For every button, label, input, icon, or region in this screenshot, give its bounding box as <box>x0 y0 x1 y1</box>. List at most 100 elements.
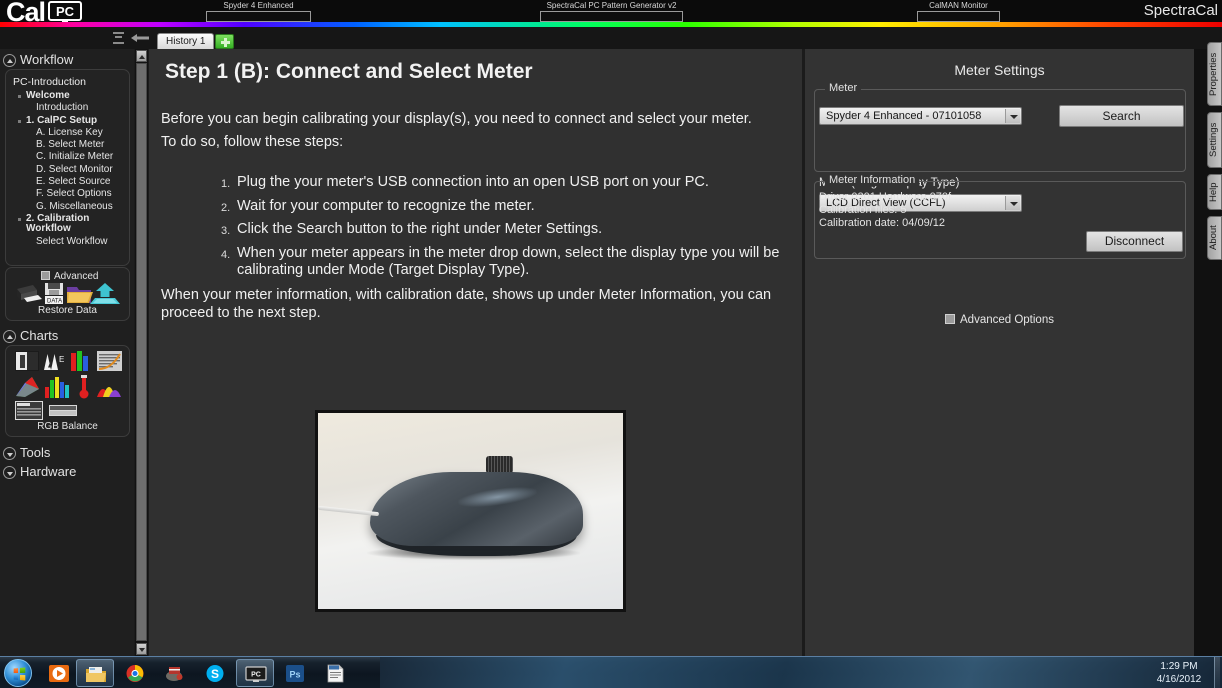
sidebar-section-hardware-label: Hardware <box>20 464 77 479</box>
tree-item-welcome[interactable]: Welcome <box>13 90 129 102</box>
luminance-meter-icon <box>79 375 89 399</box>
chart-icon-grid[interactable]: E <box>15 351 123 421</box>
sidebar-section-tools[interactable]: Tools <box>0 442 134 461</box>
meter-select-value: Spyder 4 Enhanced - 07101058 <box>826 110 982 122</box>
meter-info-driver: Driver 0201 Hardware 070f <box>819 191 952 203</box>
checkbox-icon[interactable] <box>41 271 50 280</box>
tree-item-miscellaneous[interactable]: G. Miscellaneous <box>13 201 129 213</box>
tree-item-select-monitor[interactable]: D. Select Monitor <box>13 164 129 176</box>
back-arrow-icon[interactable] <box>131 34 149 42</box>
checkbox-icon[interactable] <box>945 314 955 324</box>
tree-item-license-key[interactable]: A. License Key <box>13 127 129 139</box>
meter-group-label: Meter <box>825 82 862 94</box>
tree-item-calpc-setup[interactable]: 1. CalPC Setup <box>13 115 129 127</box>
show-desktop-button[interactable] <box>1214 657 1220 688</box>
taskbar-item-pdf[interactable] <box>316 659 354 687</box>
taskbar-item-application[interactable] <box>156 659 194 687</box>
windows-taskbar: S PC Ps 1:29 PM 4/16/2012 <box>0 656 1222 688</box>
step-item-3: 3. Click the Search button to the right u… <box>161 221 791 239</box>
tree-item-label: 1. CalPC Setup <box>26 114 98 126</box>
step-number: 2. <box>221 201 231 214</box>
spyder-slot-caption: Spyder 4 Enhanced <box>223 1 294 10</box>
tree-item-label: Introduction <box>36 102 89 114</box>
scroll-up-icon[interactable] <box>136 50 147 62</box>
windows-start-orb-icon[interactable] <box>4 659 32 687</box>
tab-help[interactable]: Help <box>1207 174 1222 210</box>
meter-info-calibration-date: Calibration date: 04/09/12 <box>819 217 945 229</box>
collapse-icon[interactable] <box>113 32 124 44</box>
taskbar-item-calpc[interactable]: PC <box>236 659 274 687</box>
tree-item-select-workflow[interactable]: Select Workflow <box>13 236 129 248</box>
spyder-slot-box <box>206 11 311 22</box>
tree-item-select-options[interactable]: F. Select Options <box>13 188 129 200</box>
calpc-icon: PC <box>245 666 267 682</box>
disconnect-button[interactable]: Disconnect <box>1086 231 1183 252</box>
chevron-down-icon[interactable] <box>3 447 16 460</box>
step-item-1: 1. Plug the your meter's USB connection i… <box>161 174 791 192</box>
step-number: 1. <box>221 178 231 190</box>
tree-item-select-meter[interactable]: B. Select Meter <box>13 139 129 151</box>
taskbar-item-skype[interactable]: S <box>196 659 234 687</box>
step-item-2: 2. Wait for your computer to recognize th… <box>161 198 791 216</box>
scroll-down-icon[interactable] <box>136 643 147 655</box>
taskbar-clock[interactable]: 1:29 PM 4/16/2012 <box>1146 660 1212 686</box>
meter-select-dropdown[interactable]: Spyder 4 Enhanced - 07101058 <box>819 107 1022 125</box>
pdf-document-icon <box>327 664 344 683</box>
tree-item-label: Welcome <box>26 90 70 101</box>
meter-settings-title: Meter Settings <box>954 62 1045 78</box>
tree-item-label: C. Initialize Meter <box>36 151 114 163</box>
history-tab[interactable]: History 1 <box>157 33 215 49</box>
tree-item-select-source[interactable]: E. Select Source <box>13 176 129 188</box>
tab-about[interactable]: About <box>1207 216 1222 260</box>
taskbar-item-file-explorer[interactable] <box>76 659 114 687</box>
step-number: 3. <box>221 225 231 237</box>
search-button[interactable]: Search <box>1059 105 1184 127</box>
step-number: 4. <box>221 248 231 261</box>
sidebar-section-charts[interactable]: Charts <box>0 325 134 344</box>
tree-item-calibration-workflow[interactable]: 2. Calibration Workflow <box>13 213 129 236</box>
scrollbar-thumb[interactable] <box>136 63 147 641</box>
sidebar-scrollbar[interactable] <box>135 49 148 656</box>
chevron-down-icon[interactable] <box>1005 109 1020 123</box>
intro-paragraph-1: Before you can begin calibrating your di… <box>161 111 752 127</box>
data-table-icon <box>15 401 43 420</box>
main-content-area: Step 1 (B): Connect and Select Meter Bef… <box>149 49 1198 656</box>
taskbar-item-media-player[interactable] <box>40 659 78 687</box>
taskbar-item-chrome[interactable] <box>116 659 154 687</box>
multi-bar-chart-icon <box>45 377 69 398</box>
tab-settings[interactable]: Settings <box>1207 112 1222 168</box>
media-player-icon <box>49 665 69 682</box>
tree-item-label: G. Miscellaneous <box>36 200 113 212</box>
intro-paragraph-2: To do so, follow these steps: <box>161 133 344 150</box>
sidebar-section-workflow[interactable]: Workflow <box>0 49 134 68</box>
tree-item-label: A. License Key <box>36 126 103 138</box>
chevron-up-icon[interactable] <box>3 54 16 67</box>
taskbar-item-photoshop[interactable]: Ps <box>276 659 314 687</box>
tree-item-introduction[interactable]: Introduction <box>13 102 129 114</box>
chevron-down-icon[interactable] <box>3 466 16 479</box>
sidebar-section-hardware[interactable]: Hardware <box>0 461 134 480</box>
chevron-up-icon[interactable] <box>3 330 16 343</box>
tree-item-initialize-meter[interactable]: C. Initialize Meter <box>13 151 129 163</box>
calpc-application-window: Cal PC Spyder 4 Enhanced SpectraCal PC P… <box>0 0 1222 688</box>
color-histogram-icon <box>97 387 121 397</box>
monitor-slot: CalMAN Monitor <box>917 1 1000 22</box>
save-data-icon: DATA <box>45 283 63 305</box>
printer-icon <box>17 285 42 302</box>
photoshop-icon: Ps <box>286 665 304 682</box>
advanced-options-checkbox[interactable]: Advanced Options <box>805 314 1194 326</box>
gamut-chart-icon <box>16 377 39 397</box>
sidebar-section-charts-label: Charts <box>20 328 59 343</box>
restore-data-icon-row: DATA <box>17 283 120 305</box>
tree-item-label: E. Select Source <box>36 176 111 188</box>
tree-item-label: F. Select Options <box>36 188 112 200</box>
tab-properties[interactable]: Properties <box>1207 42 1222 106</box>
plus-icon[interactable] <box>215 34 234 49</box>
rgb-balance-chart-icon <box>71 351 88 371</box>
svg-text:DATA: DATA <box>47 299 62 305</box>
photo-inner <box>318 413 623 609</box>
clock-date: 4/16/2012 <box>1156 674 1202 685</box>
sidebar-section-workflow-label: Workflow <box>20 52 74 67</box>
meter-info-calibration-files: Calibration files: 5 <box>819 204 907 216</box>
spyder-slot: Spyder 4 Enhanced <box>206 1 311 22</box>
